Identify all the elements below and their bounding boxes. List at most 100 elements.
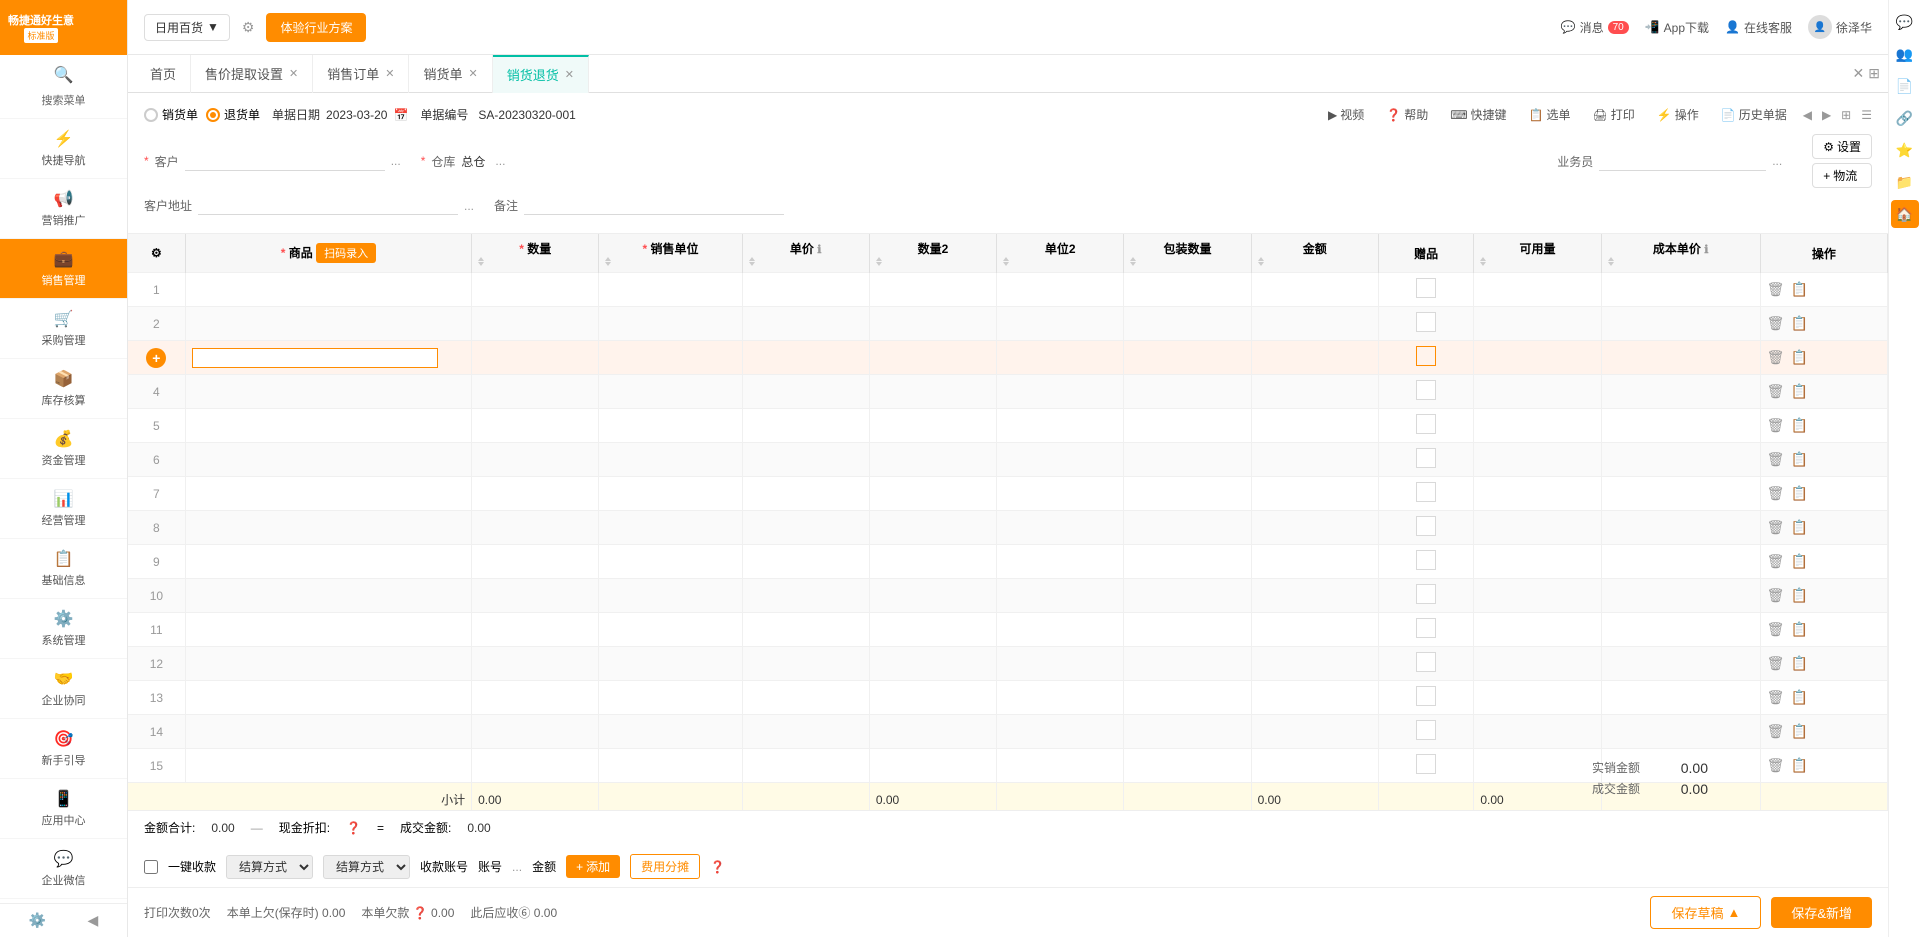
qty-cell-1[interactable] [472, 273, 599, 307]
qty-cell-2[interactable] [472, 307, 599, 341]
sidebar-item-app[interactable]: 📱 应用中心 [0, 779, 127, 839]
amount-cell-13[interactable] [1251, 681, 1378, 715]
calendar-icon[interactable]: 📅 [393, 108, 408, 122]
amount-cell-14[interactable] [1251, 715, 1378, 749]
cost-cell-6[interactable] [1601, 443, 1760, 477]
qty-cell-13[interactable] [472, 681, 599, 715]
right-btn-5[interactable]: ⭐ [1891, 136, 1919, 164]
product-cell-5[interactable] [185, 409, 471, 443]
gift-cell-5[interactable] [1378, 409, 1473, 443]
product-cell-11[interactable] [185, 613, 471, 647]
tab-return-close[interactable]: ✕ [565, 68, 574, 81]
copy-icon-3[interactable]: 📋 [1790, 349, 1807, 366]
product-cell-13[interactable] [185, 681, 471, 715]
calc-method-select[interactable]: 结算方式 [323, 855, 410, 879]
topbar-gear-icon[interactable]: ⚙ [238, 15, 259, 40]
grid-view-btn[interactable]: ⊞ [1841, 108, 1851, 122]
cost-cell-14[interactable] [1601, 715, 1760, 749]
gift-cell-12[interactable] [1378, 647, 1473, 681]
price-cell-10[interactable] [742, 579, 869, 613]
warehouse-dots[interactable]: ... [495, 154, 505, 168]
delete-icon-15[interactable]: 🗑 [1767, 757, 1785, 774]
account-method-select[interactable]: 结算方式 [226, 855, 313, 879]
sidebar-item-inventory[interactable]: 📦 库存核算 [0, 359, 127, 419]
gift-checkbox-11[interactable] [1416, 618, 1436, 638]
unit2-cell-13[interactable] [997, 681, 1124, 715]
copy-icon-14[interactable]: 📋 [1790, 723, 1807, 740]
list-view-btn[interactable]: ☰ [1861, 108, 1872, 122]
available-cell-12[interactable] [1474, 647, 1601, 681]
add-payment-btn[interactable]: + 添加 [566, 855, 620, 878]
pack-cell-9[interactable] [1124, 545, 1251, 579]
tab-expand-btn[interactable]: ⊞ [1868, 65, 1880, 82]
tab-sales-delivery[interactable]: 销货单 ✕ [409, 55, 492, 93]
gift-checkbox-1[interactable] [1416, 278, 1436, 298]
pack-cell-11[interactable] [1124, 613, 1251, 647]
qty2-cell-8[interactable] [869, 511, 996, 545]
tab-sales-return[interactable]: 销货退货 ✕ [493, 55, 589, 93]
saleunit-cell-5[interactable] [599, 409, 742, 443]
cost-info-icon[interactable]: ℹ [1704, 244, 1708, 256]
radio-sales[interactable]: 销货单 [144, 106, 198, 123]
amount-cell-6[interactable] [1251, 443, 1378, 477]
tab-home[interactable]: 首页 [136, 55, 191, 93]
qty2-cell-14[interactable] [869, 715, 996, 749]
available-cell-11[interactable] [1474, 613, 1601, 647]
video-btn[interactable]: ▶ 视频 [1322, 103, 1370, 126]
available-sort[interactable] [1480, 257, 1594, 266]
sidebar-gear-btn[interactable]: ⚙️ [29, 912, 46, 929]
price-cell-6[interactable] [742, 443, 869, 477]
price-cell-4[interactable] [742, 375, 869, 409]
amount-cell-4[interactable] [1251, 375, 1378, 409]
qty2-cell-12[interactable] [869, 647, 996, 681]
available-cell-15[interactable] [1474, 749, 1601, 783]
product-cell-1[interactable] [185, 273, 471, 307]
delete-icon-13[interactable]: 🗑 [1767, 689, 1785, 706]
pack-cell-6[interactable] [1124, 443, 1251, 477]
product-cell-10[interactable] [185, 579, 471, 613]
saleunit-cell-3[interactable] [599, 341, 742, 375]
product-cell-12[interactable] [185, 647, 471, 681]
available-cell-2[interactable] [1474, 307, 1601, 341]
select-btn[interactable]: 📋 选单 [1523, 103, 1577, 126]
product-cell-8[interactable] [185, 511, 471, 545]
pack-cell-2[interactable] [1124, 307, 1251, 341]
gift-checkbox-7[interactable] [1416, 482, 1436, 502]
saleunit-cell-10[interactable] [599, 579, 742, 613]
qty2-cell-4[interactable] [869, 375, 996, 409]
saleunit-cell-6[interactable] [599, 443, 742, 477]
product-input-3[interactable] [192, 348, 438, 368]
unit2-cell-7[interactable] [997, 477, 1124, 511]
fee-split-btn[interactable]: 费用分摊 [630, 854, 700, 879]
tab-delivery-close[interactable]: ✕ [469, 67, 478, 80]
product-cell-4[interactable] [185, 375, 471, 409]
cost-cell-3[interactable] [1601, 341, 1760, 375]
copy-icon-10[interactable]: 📋 [1790, 587, 1807, 604]
delete-icon-2[interactable]: 🗑 [1767, 315, 1785, 332]
gift-cell-13[interactable] [1378, 681, 1473, 715]
amount-cell-1[interactable] [1251, 273, 1378, 307]
qty-cell-14[interactable] [472, 715, 599, 749]
sidebar-item-finance[interactable]: 💰 资金管理 [0, 419, 127, 479]
pack-cell-1[interactable] [1124, 273, 1251, 307]
qty-cell-5[interactable] [472, 409, 599, 443]
price-cell-8[interactable] [742, 511, 869, 545]
cost-cell-8[interactable] [1601, 511, 1760, 545]
gear-col-icon[interactable]: ⚙ [151, 246, 162, 260]
gift-checkbox-8[interactable] [1416, 516, 1436, 536]
qty2-cell-3[interactable] [869, 341, 996, 375]
pack-cell-3[interactable] [1124, 341, 1251, 375]
cost-cell-5[interactable] [1601, 409, 1760, 443]
gift-cell-10[interactable] [1378, 579, 1473, 613]
action-btn[interactable]: ⚡ 操作 [1651, 103, 1705, 126]
salesperson-input[interactable] [1599, 152, 1766, 171]
pack-cell-5[interactable] [1124, 409, 1251, 443]
delete-icon-11[interactable]: 🗑 [1767, 621, 1785, 638]
industry-dropdown[interactable]: 日用百货 ▼ [144, 14, 230, 41]
tab-order-close[interactable]: ✕ [385, 67, 394, 80]
wuliu-btn[interactable]: + 物流 [1812, 163, 1872, 188]
amount-cell-15[interactable] [1251, 749, 1378, 783]
sidebar-item-shortcut[interactable]: ⚡ 快捷导航 [0, 119, 127, 179]
copy-icon-8[interactable]: 📋 [1790, 519, 1807, 536]
unit2-cell-8[interactable] [997, 511, 1124, 545]
